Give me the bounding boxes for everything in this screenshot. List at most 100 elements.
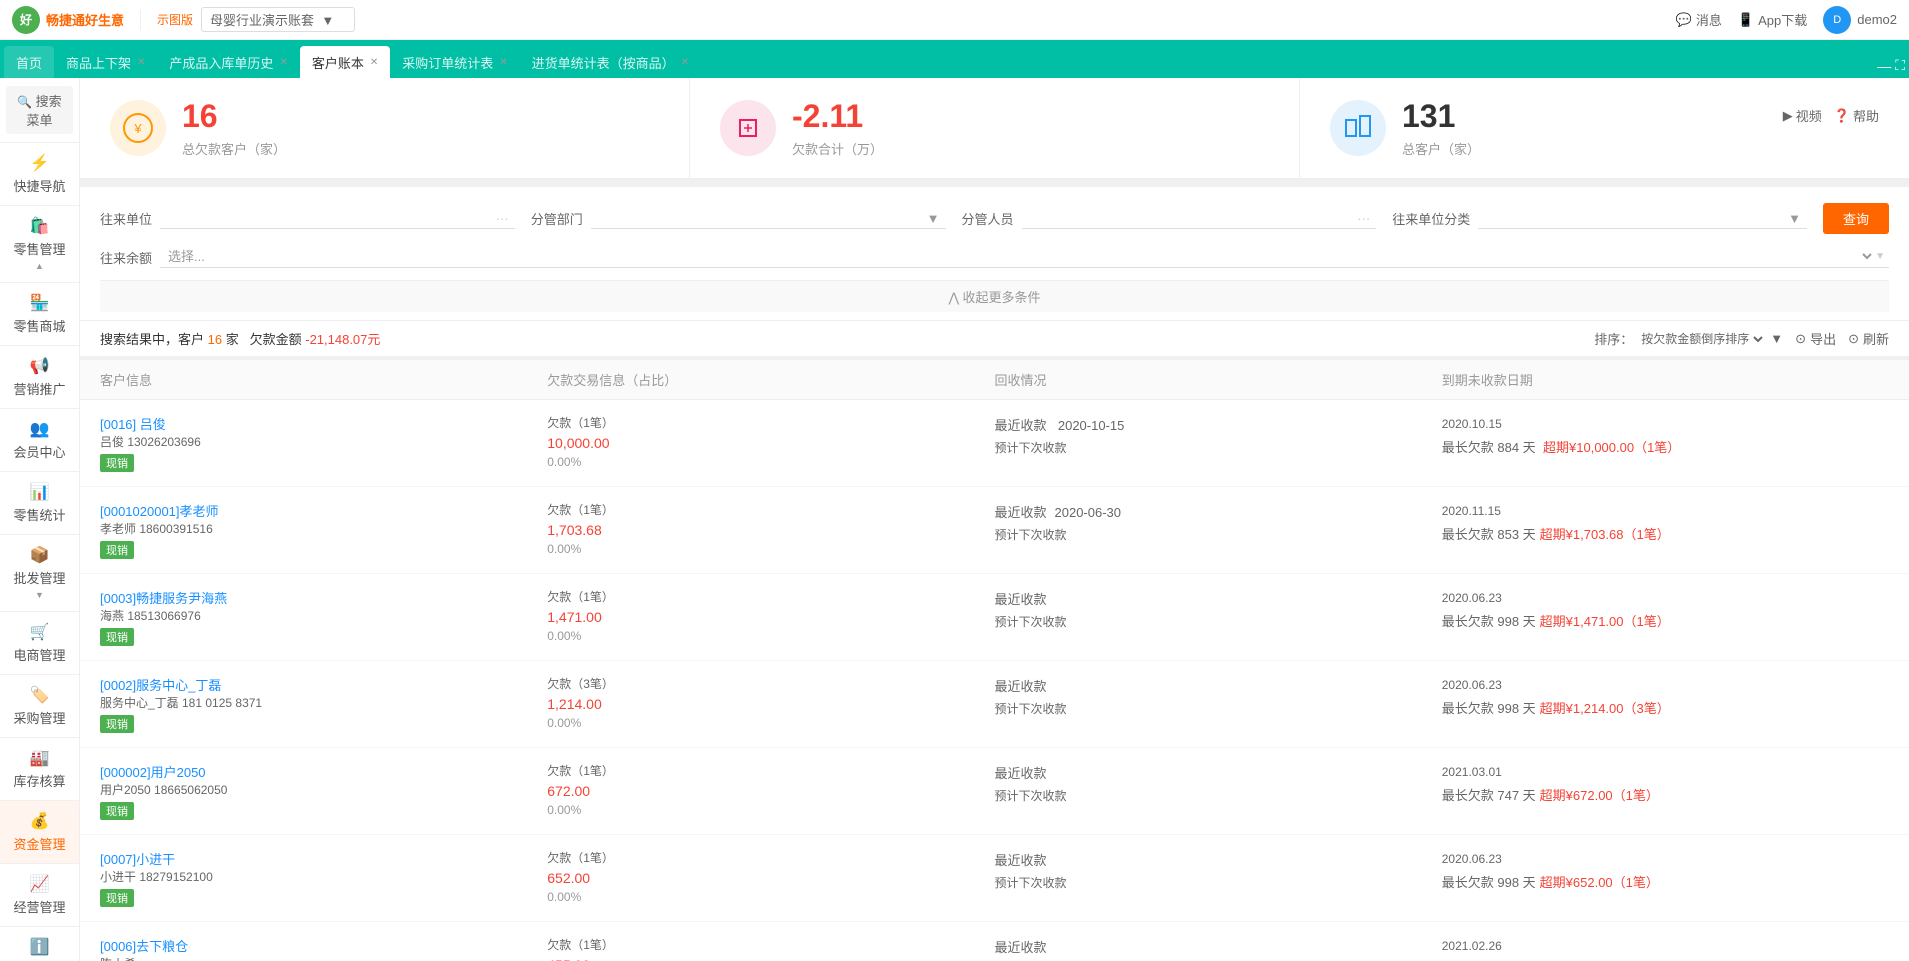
filter-dept-select-wrapper: ▼ [591, 209, 946, 229]
app-name: 畅捷通好生意 [46, 10, 124, 29]
sidebar-item-retail-mgmt[interactable]: 🛍️ 零售管理 ▲ [0, 206, 79, 283]
tab-customer-account[interactable]: 客户账本 ✕ [300, 46, 390, 78]
filter-supplier-input-wrapper: ··· [160, 209, 515, 229]
tab-purchase-stats[interactable]: 进货单统计表（按商品） ✕ [520, 46, 701, 78]
table-row: [0007]小进干 小进干 18279152100 现销 欠款（1笔） 652.… [80, 835, 1909, 922]
last-collection-0: 最近收款 2020-10-15 [995, 414, 1442, 438]
content-area: ¥ 16 总欠款客户（家） -2.11 欠款合计（万） [80, 78, 1909, 961]
search-button[interactable]: 查询 [1823, 203, 1889, 234]
help-btn[interactable]: ❓ 帮助 [1834, 106, 1879, 125]
sidebar-item-purchase[interactable]: 🏷️ 采购管理 [0, 675, 79, 738]
stat-label-total-customers: 总客户（家） [1402, 139, 1480, 158]
sidebar-item-finance[interactable]: 💰 资金管理 [0, 801, 79, 864]
tab-close-customer-account[interactable]: ✕ [370, 57, 378, 68]
logo-icon: 好 [12, 6, 40, 34]
filter-category-select-wrapper: ▼ [1478, 209, 1807, 229]
top-bar-right: 💬 消息 📱 App下载 D demo2 [1676, 6, 1897, 34]
sidebar-item-batch-mgmt[interactable]: 📦 批发管理 ▼ [0, 535, 79, 612]
dept-chevron-icon[interactable]: ▼ [927, 211, 940, 226]
sort-select[interactable]: 按欠款金额倒序排序 [1637, 331, 1766, 347]
sidebar-item-operation[interactable]: 📈 经营管理 [0, 864, 79, 927]
filter-category-label: 往来单位分类 [1392, 209, 1470, 228]
tab-close-purchase-order[interactable]: ✕ [499, 57, 507, 68]
next-collection-0: 预计下次收款 [995, 438, 1442, 460]
debt-amount-0[interactable]: 10,000.00 [547, 435, 994, 451]
finance-icon: 💰 [4, 811, 75, 831]
customer-tag-0: 现销 [100, 454, 134, 472]
tab-product-status[interactable]: 商品上下架 ✕ [54, 46, 157, 78]
retail-mall-icon: 🏪 [4, 293, 75, 313]
tab-maximize-btn[interactable]: ⛶ [1895, 57, 1905, 74]
filter-row-1: 往来单位 ··· 分管部门 ▼ 分管人员 [100, 203, 1889, 234]
marketing-icon: 📢 [4, 356, 75, 376]
customer-info-1: [0001020001]孝老师 孝老师 18600391516 现销 [100, 501, 547, 559]
store-selector[interactable]: 母婴行业演示账套 ▼ [201, 7, 355, 32]
overdue-info-5: 2020.06.23 最长欠款 998 天超期¥652.00（1笔） [1442, 849, 1889, 894]
sidebar-item-basic-info[interactable]: ℹ️ 基础信息 [0, 927, 79, 961]
recovery-info-0: 最近收款 2020-10-15 预计下次收款 [995, 414, 1442, 459]
collapse-btn[interactable]: ⋀ 收起更多条件 [100, 280, 1889, 312]
filter-balance-label: 往来余额 [100, 248, 152, 267]
sidebar-item-ecommerce[interactable]: 🛒 电商管理 [0, 612, 79, 675]
avatar: D [1823, 6, 1851, 34]
user-avatar-btn[interactable]: D demo2 [1823, 6, 1897, 34]
sidebar-item-inventory[interactable]: 🏭 库存核算 [0, 738, 79, 801]
video-btn[interactable]: ▶ 视频 [1783, 106, 1822, 125]
stat-value-debt-customers: 16 [182, 98, 286, 135]
message-btn[interactable]: 💬 消息 [1676, 10, 1722, 29]
data-table: 客户信息 欠款交易信息（占比） 回收情况 到期未收款日期 [0016] 吕俊 吕… [80, 360, 1909, 961]
overdue-info-0: 2020.10.15 最长欠款 884 天 超期¥10,000.00（1笔） [1442, 414, 1889, 459]
overdue-link-0[interactable]: 超期¥10,000.00（1笔） [1543, 440, 1680, 455]
customer-info-3: [0002]服务中心_丁磊 服务中心_丁磊 181 0125 8371 现销 [100, 675, 547, 733]
sidebar-search-btn[interactable]: 🔍 搜索菜单 [6, 86, 73, 134]
balance-chevron-icon: ▼ [1875, 251, 1885, 262]
person-input[interactable] [1028, 211, 1358, 226]
sidebar-item-retail-stats[interactable]: 📊 零售统计 [0, 472, 79, 535]
customer-info-4: [000002]用户2050 用户2050 18665062050 现销 [100, 762, 547, 820]
message-icon: 💬 [1676, 12, 1692, 28]
col-header-debt-info: 欠款交易信息（占比） [547, 370, 994, 389]
debt-info-3: 欠款（3笔） 1,214.00 0.00% [547, 675, 994, 730]
refresh-btn[interactable]: ⊙ 刷新 [1848, 329, 1889, 348]
sidebar-item-retail-mall[interactable]: 🏪 零售商城 [0, 283, 79, 346]
help-icon: ❓ [1834, 108, 1850, 124]
stat-debt-customers: ¥ 16 总欠款客户（家） [80, 78, 690, 178]
tab-close-purchase-stats[interactable]: ✕ [681, 57, 689, 68]
supplier-input[interactable] [166, 211, 496, 226]
batch-mgmt-icon: 📦 [4, 545, 75, 565]
supplier-dots[interactable]: ··· [496, 211, 509, 226]
tab-close-product-status[interactable]: ✕ [137, 57, 145, 68]
stat-total-customers: 131 总客户（家） ▶ 视频 ❓ 帮助 [1300, 78, 1909, 178]
stat-label-debt-customers: 总欠款客户（家） [182, 139, 286, 158]
stat-debt-amount: -2.11 欠款合计（万） [690, 78, 1300, 178]
category-chevron-icon[interactable]: ▼ [1788, 211, 1801, 226]
col-header-recovery: 回收情况 [995, 370, 1442, 389]
stat-actions: ▶ 视频 ❓ 帮助 [1783, 98, 1879, 125]
filter-supplier: 往来单位 ··· [100, 209, 515, 229]
debt-desc-0: 欠款（1笔） [547, 414, 994, 431]
retail-mgmt-icon: 🛍️ [4, 216, 75, 236]
customer-info-5: [0007]小进干 小进干 18279152100 现销 [100, 849, 547, 907]
debt-info-5: 欠款（1笔） 652.00 0.00% [547, 849, 994, 904]
filter-balance: 往来余额 选择... ▼ [100, 246, 1889, 268]
balance-select[interactable]: 选择... [164, 248, 1875, 265]
logo-area: 好 畅捷通好生意 [12, 6, 124, 34]
sort-label: 排序： 按欠款金额倒序排序 ▼ [1594, 329, 1783, 348]
sidebar-item-quick-nav[interactable]: ⚡ 快捷导航 [0, 143, 79, 206]
sidebar-item-marketing[interactable]: 📢 营销推广 [0, 346, 79, 409]
sidebar-item-member[interactable]: 👥 会员中心 [0, 409, 79, 472]
tab-close-product-history[interactable]: ✕ [279, 57, 287, 68]
quick-nav-icon: ⚡ [4, 153, 75, 173]
ecommerce-icon: 🛒 [4, 622, 75, 642]
app-download-btn[interactable]: 📱 App下载 [1738, 10, 1807, 29]
table-header: 客户信息 欠款交易信息（占比） 回收情况 到期未收款日期 [80, 360, 1909, 400]
export-btn[interactable]: ⊙ 导出 [1795, 329, 1836, 348]
stat-icon-total-customers [1330, 100, 1386, 156]
person-dots[interactable]: ··· [1357, 211, 1370, 226]
tab-home[interactable]: 首页 [4, 46, 54, 78]
sidebar-search: 🔍 搜索菜单 [0, 78, 79, 143]
tab-purchase-order[interactable]: 采购订单统计表 ✕ [390, 46, 519, 78]
tab-minimize-btn[interactable]: — [1877, 58, 1891, 74]
filter-person: 分管人员 ··· [962, 209, 1377, 229]
tab-product-history[interactable]: 产成品入库单历史 ✕ [157, 46, 299, 78]
